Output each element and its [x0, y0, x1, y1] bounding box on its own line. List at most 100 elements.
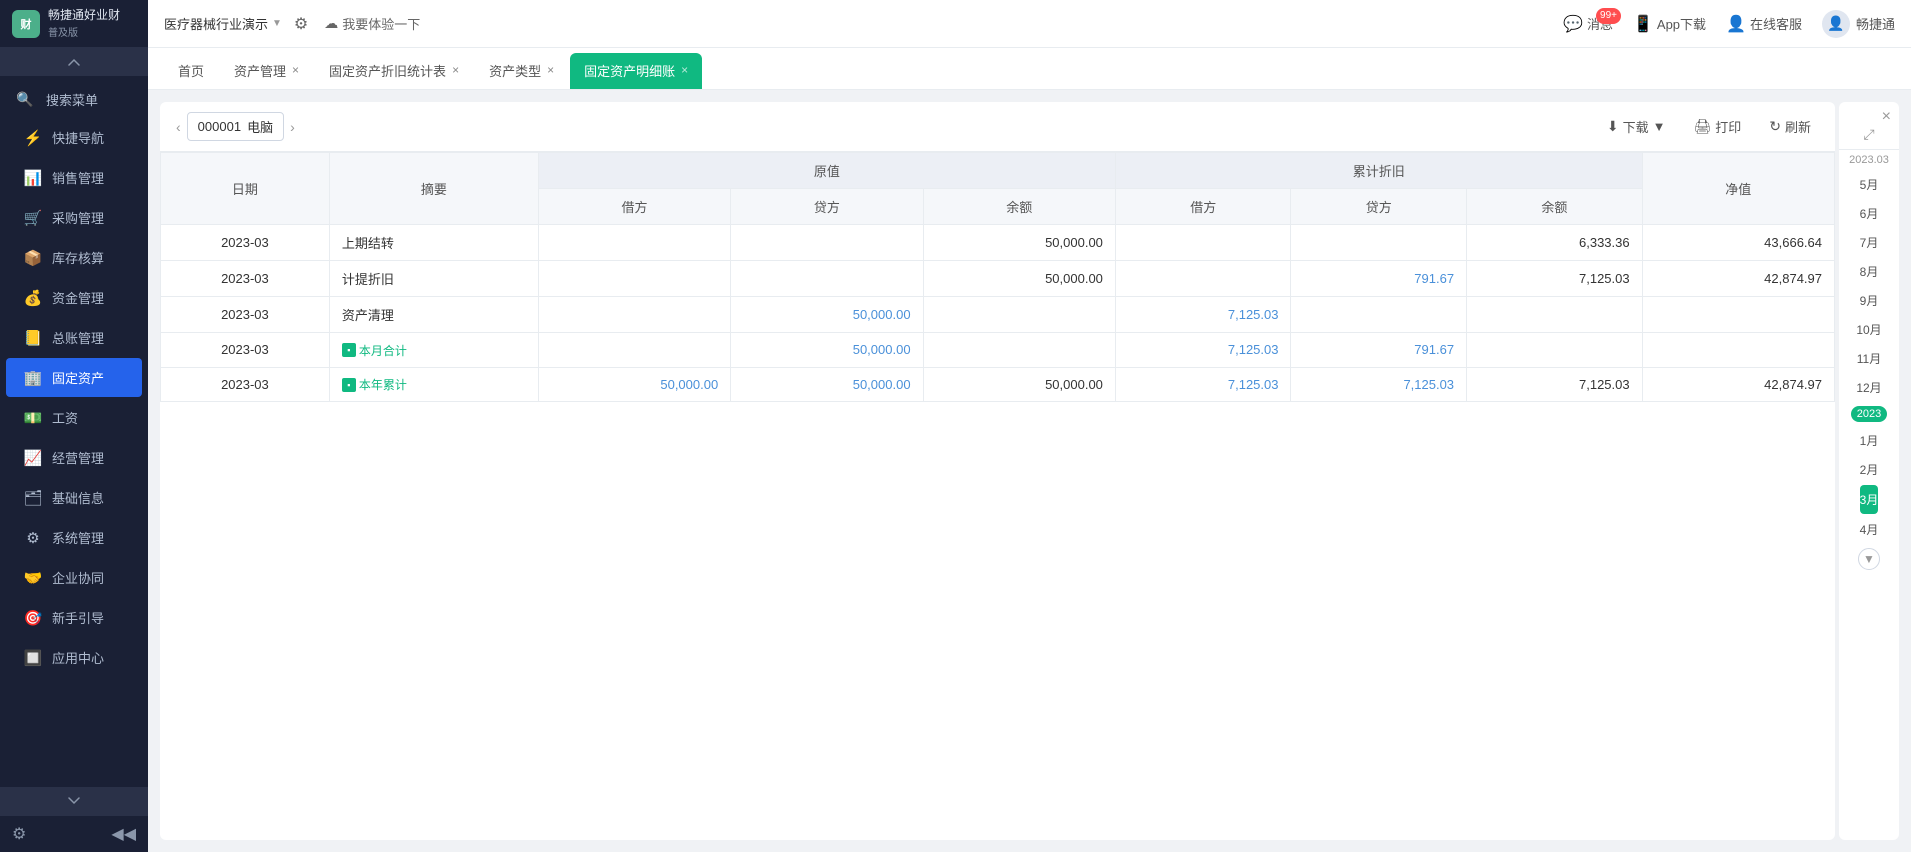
- sidebar-item-quick-nav[interactable]: ⚡ 快捷导航: [6, 118, 142, 157]
- tab-home[interactable]: 首页: [164, 53, 218, 89]
- sidebar-item-operations[interactable]: 📈 经营管理: [6, 438, 142, 477]
- timeline-month[interactable]: 5月: [1856, 170, 1881, 199]
- cell-accum-debit: [1115, 261, 1291, 297]
- tab-asset-mgmt[interactable]: 资产管理 ×: [220, 53, 313, 89]
- app-center-icon: 🔲: [22, 649, 44, 667]
- refresh-btn[interactable]: ↻ 刷新: [1761, 113, 1819, 140]
- cell-net-value: 42,874.97: [1642, 261, 1834, 297]
- sidebar-item-basic-info[interactable]: 🗂 基础信息: [6, 478, 142, 517]
- timeline-month[interactable]: 7月: [1856, 228, 1881, 257]
- sidebar-item-label: 应用中心: [52, 648, 104, 667]
- app-download-label: App下载: [1657, 14, 1706, 33]
- sidebar-item-label: 库存核算: [52, 248, 104, 267]
- timeline-month[interactable]: 6月: [1856, 199, 1881, 228]
- sidebar-item-label: 基础信息: [52, 488, 104, 507]
- logo-icon: 财: [12, 10, 40, 38]
- th-net-value: 净值: [1642, 153, 1834, 225]
- sidebar-item-guide[interactable]: 🎯 新手引导: [6, 598, 142, 637]
- sidebar-item-app-center[interactable]: 🔲 应用中心: [6, 638, 142, 677]
- timeline-month[interactable]: 1月: [1856, 426, 1883, 455]
- tab-depreciation-stats[interactable]: 固定资产折旧统计表 ×: [315, 53, 473, 89]
- timeline-month[interactable]: 11月: [1856, 344, 1881, 373]
- timeline-down-btn[interactable]: ▼: [1858, 548, 1880, 570]
- asset-next-btn[interactable]: ›: [290, 119, 295, 135]
- th-accum-debit: 借方: [1115, 189, 1291, 225]
- sidebar-item-sales[interactable]: 📊 销售管理: [6, 158, 142, 197]
- timeline-year-top: 2023.03: [1849, 150, 1889, 170]
- tab-asset-mgmt-close[interactable]: ×: [292, 63, 299, 77]
- avatar: 👤: [1822, 10, 1850, 38]
- sidebar-item-label: 采购管理: [52, 208, 104, 227]
- service-icon: 👤: [1726, 14, 1746, 34]
- timeline-close-btn[interactable]: ×: [1882, 108, 1891, 126]
- sidebar-item-payroll[interactable]: 💵 工资: [6, 398, 142, 437]
- tab-asset-detail-close[interactable]: ×: [681, 63, 688, 77]
- sidebar-scroll-up[interactable]: [0, 48, 148, 76]
- sidebar-logo: 财 畅捷通好业财 普及版: [0, 0, 148, 48]
- sidebar-item-label: 销售管理: [52, 168, 104, 187]
- main-area: 医疗器械行业演示 ▼ ⚙ ☁ 我要体验一下 💬 消息 99+ 📱 App下载 👤…: [148, 0, 1911, 852]
- sidebar-item-label: 经营管理: [52, 448, 104, 467]
- basic-info-icon: 🗂: [22, 489, 44, 507]
- main-panel: ‹ 000001 电脑 › ⬇ 下载 ▼ 🖨 打印: [160, 102, 1835, 840]
- cell-summary: ▪本年累计: [329, 367, 538, 402]
- asset-prev-btn[interactable]: ‹: [176, 119, 181, 135]
- timeline-month[interactable]: 9月: [1856, 286, 1881, 315]
- cell-orig-credit: [731, 261, 923, 297]
- online-service-label: 在线客服: [1750, 14, 1802, 33]
- notifications-btn[interactable]: 💬 消息 99+: [1563, 14, 1613, 34]
- cell-net-value: [1642, 297, 1834, 333]
- th-original-value: 原值: [538, 153, 1115, 189]
- sidebar-search[interactable]: 🔍 搜索菜单: [0, 82, 148, 117]
- app-download-btn[interactable]: 📱 App下载: [1633, 14, 1706, 34]
- company-arrow-icon: ▼: [272, 18, 282, 29]
- settings-gear-icon[interactable]: ⚙: [294, 14, 308, 34]
- sidebar-item-inventory[interactable]: 📦 库存核算: [6, 238, 142, 277]
- sidebar-scroll-down[interactable]: [0, 787, 148, 815]
- table-row: 2023-03 计提折旧 50,000.00 791.67 7,125.03 4…: [161, 261, 1835, 297]
- settings-icon[interactable]: ⚙: [12, 824, 26, 844]
- th-accumulated-depreciation: 累计折旧: [1115, 153, 1642, 189]
- tab-asset-detail-label: 固定资产明细账: [584, 61, 675, 80]
- timeline-month[interactable]: 10月: [1856, 315, 1881, 344]
- table-row: 2023-03 资产清理 50,000.00 7,125.03: [161, 297, 1835, 333]
- timeline-month[interactable]: 8月: [1856, 257, 1881, 286]
- download-btn[interactable]: ⬇ 下载 ▼: [1599, 113, 1674, 140]
- tab-asset-detail[interactable]: 固定资产明细账 ×: [570, 53, 702, 89]
- cell-orig-debit: 50,000.00: [538, 367, 730, 402]
- experience-btn[interactable]: ☁ 我要体验一下: [324, 14, 420, 33]
- sidebar-item-enterprise[interactable]: 🤝 企业协同: [6, 558, 142, 597]
- cell-date: 2023-03: [161, 367, 330, 402]
- tab-asset-type[interactable]: 资产类型 ×: [475, 53, 568, 89]
- guide-icon: 🎯: [22, 609, 44, 627]
- timeline-month[interactable]: 3月: [1860, 485, 1879, 514]
- timeline-month[interactable]: 4月: [1856, 515, 1883, 544]
- cell-orig-balance: 50,000.00: [923, 261, 1115, 297]
- sidebar-item-label: 固定资产: [52, 368, 104, 387]
- sidebar-item-fixed-assets[interactable]: 🏢 固定资产: [6, 358, 142, 397]
- user-profile[interactable]: 👤 畅捷通: [1822, 10, 1895, 38]
- company-selector[interactable]: 医疗器械行业演示 ▼: [164, 14, 282, 33]
- ledger-icon: 📒: [22, 329, 44, 347]
- cell-summary: 资产清理: [329, 297, 538, 333]
- sidebar-item-system[interactable]: ⚙ 系统管理: [6, 518, 142, 557]
- online-service-btn[interactable]: 👤 在线客服: [1726, 14, 1802, 34]
- cell-date: 2023-03: [161, 297, 330, 333]
- timeline-year-badge: 2023: [1851, 406, 1887, 422]
- print-btn[interactable]: 🖨 打印: [1685, 113, 1749, 140]
- th-orig-balance: 余额: [923, 189, 1115, 225]
- cell-orig-credit: [731, 225, 923, 261]
- sidebar-item-label: 快捷导航: [52, 128, 104, 147]
- sidebar-item-purchase[interactable]: 🛒 采购管理: [6, 198, 142, 237]
- timeline-month[interactable]: 12月: [1856, 373, 1881, 402]
- timeline-month[interactable]: 2月: [1856, 455, 1883, 484]
- collapse-icon[interactable]: ◀◀: [111, 824, 136, 844]
- tab-home-label: 首页: [178, 61, 204, 80]
- capital-icon: 💰: [22, 289, 44, 307]
- tab-asset-type-close[interactable]: ×: [547, 63, 554, 77]
- tab-depreciation-close[interactable]: ×: [452, 63, 459, 77]
- cell-accum-debit: [1115, 225, 1291, 261]
- timeline-expand-btn[interactable]: ⤢: [1863, 126, 1874, 143]
- sidebar-item-ledger[interactable]: 📒 总账管理: [6, 318, 142, 357]
- sidebar-item-capital[interactable]: 💰 资金管理: [6, 278, 142, 317]
